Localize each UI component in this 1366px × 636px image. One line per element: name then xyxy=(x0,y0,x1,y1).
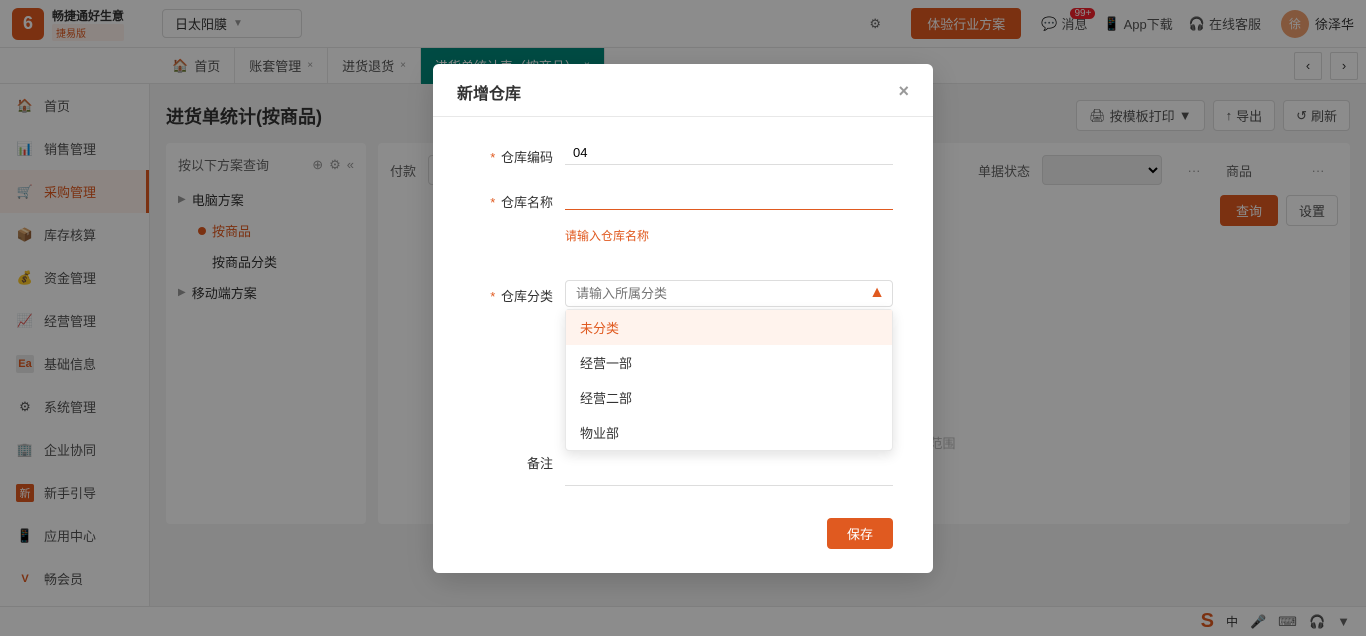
name-input[interactable] xyxy=(565,186,893,210)
modal-title: 新增仓库 xyxy=(457,80,521,104)
dropdown-item-property[interactable]: 物业部 xyxy=(566,415,892,450)
dropdown-item-none[interactable]: 未分类 xyxy=(566,310,892,345)
dropdown-item-dept1[interactable]: 经营一部 xyxy=(566,345,892,380)
note-label: 备注 xyxy=(473,447,553,472)
category-input[interactable] xyxy=(565,280,893,307)
name-label: * 仓库名称 xyxy=(473,186,553,211)
modal-footer: 保存 xyxy=(433,506,933,549)
form-row-name: * 仓库名称 请输入仓库名称 xyxy=(473,186,893,260)
code-input[interactable] xyxy=(565,141,893,165)
form-row-note: 备注 xyxy=(473,447,893,486)
add-warehouse-modal: 新增仓库 × * 仓库编码 * 仓库名称 xyxy=(433,64,933,573)
dropdown-item-dept2[interactable]: 经营二部 xyxy=(566,380,892,415)
name-error-msg: 请输入仓库名称 xyxy=(565,227,649,244)
form-row-code: * 仓库编码 xyxy=(473,141,893,166)
save-button[interactable]: 保存 xyxy=(827,518,893,549)
modal-header: 新增仓库 × xyxy=(433,64,933,117)
category-label: * 仓库分类 xyxy=(473,280,553,305)
form-row-category: * 仓库分类 ▲ 未分类 经营一部 经营二部 物业部 xyxy=(473,280,893,307)
modal-close-button[interactable]: × xyxy=(898,81,909,102)
note-input[interactable] xyxy=(565,447,893,486)
category-select-wrapper: ▲ 未分类 经营一部 经营二部 物业部 xyxy=(565,280,893,307)
modal-body: * 仓库编码 * 仓库名称 请输入仓库名称 * xyxy=(433,117,933,486)
category-dropdown: 未分类 经营一部 经营二部 物业部 xyxy=(565,309,893,451)
code-label: * 仓库编码 xyxy=(473,141,553,166)
category-arrow-icon[interactable]: ▲ xyxy=(869,284,885,302)
modal-overlay[interactable]: 新增仓库 × * 仓库编码 * 仓库名称 xyxy=(0,0,1366,636)
